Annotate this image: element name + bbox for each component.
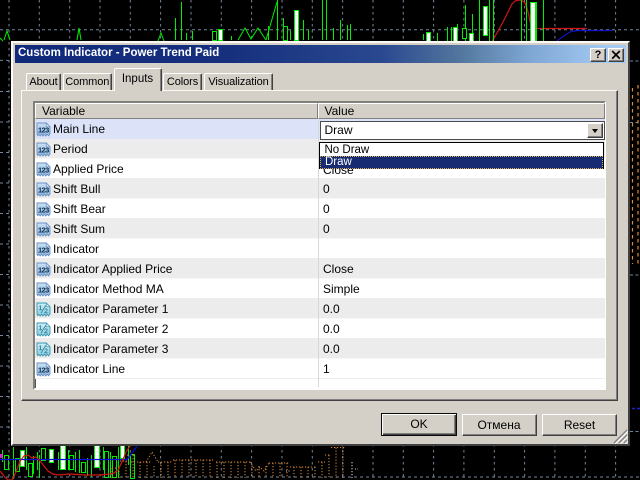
svg-text:123: 123 [38, 126, 49, 135]
svg-text:123: 123 [38, 226, 49, 235]
svg-text:123: 123 [38, 286, 49, 295]
svg-text:½: ½ [39, 324, 48, 336]
svg-text:123: 123 [38, 166, 49, 175]
svg-text:123: 123 [38, 186, 49, 195]
svg-text:123: 123 [38, 266, 49, 275]
svg-text:½: ½ [39, 304, 48, 316]
svg-text:123: 123 [38, 246, 49, 255]
svg-text:123: 123 [38, 206, 49, 215]
svg-text:123: 123 [38, 366, 49, 375]
svg-text:½: ½ [39, 344, 48, 356]
svg-text:123: 123 [38, 146, 49, 155]
